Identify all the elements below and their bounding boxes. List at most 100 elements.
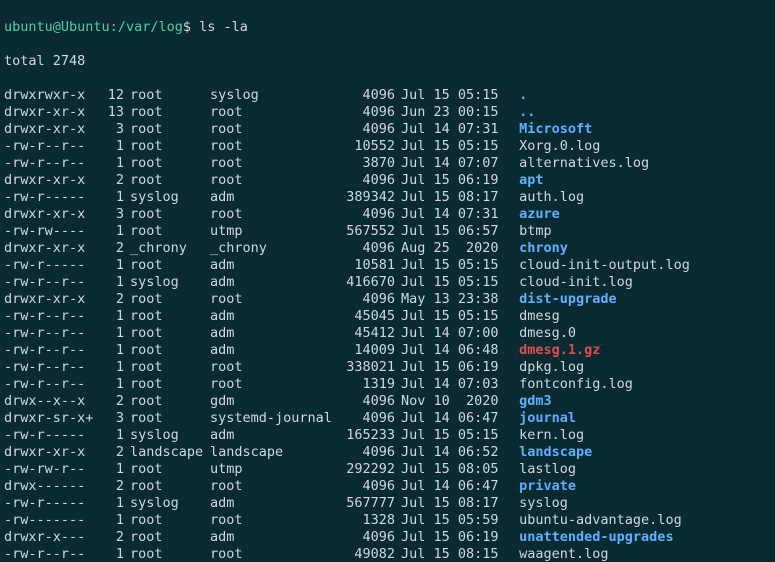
file-listing: drwxrwxr-x12rootsyslog4096Jul 15 05:15 .… (4, 87, 771, 562)
date: Jul 14 07:07 (395, 155, 511, 172)
prompt-user-host: ubuntu@Ubuntu (4, 19, 110, 35)
group: adm (210, 427, 340, 444)
owner: root (124, 223, 210, 240)
date: Aug 25 2020 (395, 240, 511, 257)
prompt-dollar: $ (183, 19, 199, 35)
group: utmp (210, 223, 340, 240)
group: root (210, 359, 340, 376)
filename: private (519, 478, 576, 494)
filename: lastlog (519, 461, 576, 477)
file-row: -rw-rw----1rootutmp567552Jul 15 06:57 bt… (4, 223, 771, 240)
owner: root (124, 325, 210, 342)
group: landscape (210, 444, 340, 461)
date: Jul 15 05:15 (395, 427, 511, 444)
perm: -rw-r----- (4, 189, 94, 206)
links: 1 (94, 376, 124, 393)
perm: -rw-r--r-- (4, 342, 94, 359)
file-row: -rw-r--r--1syslogadm416670Jul 15 05:15 c… (4, 274, 771, 291)
filename: fontconfig.log (519, 376, 633, 392)
size: 1319 (340, 376, 395, 393)
date: Jul 14 06:47 (395, 478, 511, 495)
links: 2 (94, 529, 124, 546)
size: 567552 (340, 223, 395, 240)
perm: drwx--x--x (4, 393, 94, 410)
owner: root (124, 512, 210, 529)
date: Jul 15 05:15 (395, 87, 511, 104)
date: Jul 15 05:15 (395, 257, 511, 274)
date: Jul 14 07:00 (395, 325, 511, 342)
file-row: drwxr-xr-x3rootroot4096Jul 14 07:31 Micr… (4, 121, 771, 138)
filename: syslog (519, 495, 568, 511)
filename: . (519, 87, 527, 103)
size: 10552 (340, 138, 395, 155)
date: Jul 15 05:59 (395, 512, 511, 529)
size: 4096 (340, 393, 395, 410)
prompt-sep: : (110, 19, 118, 35)
size: 14009 (340, 342, 395, 359)
group: systemd-journal (210, 410, 340, 427)
links: 13 (94, 104, 124, 121)
perm: drwxr-xr-x (4, 172, 94, 189)
perm: -rw-rw-r-- (4, 461, 94, 478)
owner: syslog (124, 427, 210, 444)
filename: dmesg.1.gz (519, 342, 600, 358)
date: Jul 15 08:15 (395, 546, 511, 562)
owner: root (124, 87, 210, 104)
size: 49082 (340, 546, 395, 562)
prompt-path: /var/log (118, 19, 183, 35)
date: Jul 14 07:31 (395, 121, 511, 138)
date: Jul 15 08:17 (395, 495, 511, 512)
date: Jul 15 08:17 (395, 189, 511, 206)
file-row: -rw-r--r--1rootroot1319Jul 14 07:03 font… (4, 376, 771, 393)
filename: alternatives.log (519, 155, 649, 171)
owner: syslog (124, 495, 210, 512)
links: 12 (94, 87, 124, 104)
date: Jul 15 06:19 (395, 172, 511, 189)
links: 1 (94, 223, 124, 240)
size: 45045 (340, 308, 395, 325)
file-row: drwxr-xr-x3rootroot4096Jul 14 07:31 azur… (4, 206, 771, 223)
perm: drwxrwxr-x (4, 87, 94, 104)
perm: drwxr-xr-x (4, 444, 94, 461)
size: 4096 (340, 444, 395, 461)
perm: drwxr-xr-x (4, 104, 94, 121)
file-row: -rw-r-----1syslogadm567777Jul 15 08:17 s… (4, 495, 771, 512)
owner: root (124, 376, 210, 393)
filename: btmp (519, 223, 552, 239)
perm: drwxr-xr-x (4, 291, 94, 308)
perm: drwxr-x--- (4, 529, 94, 546)
size: 4096 (340, 478, 395, 495)
perm: -rw-rw---- (4, 223, 94, 240)
size: 4096 (340, 291, 395, 308)
terminal-window[interactable]: ubuntu@Ubuntu:/var/log$ ls -la total 274… (0, 0, 775, 562)
perm: -rw-r----- (4, 257, 94, 274)
group: utmp (210, 461, 340, 478)
filename: cloud-init-output.log (519, 257, 690, 273)
date: Jul 15 05:15 (395, 274, 511, 291)
size: 567777 (340, 495, 395, 512)
date: Jun 23 00:15 (395, 104, 511, 121)
group: _chrony (210, 240, 340, 257)
filename: dpkg.log (519, 359, 584, 375)
file-row: drwxr-sr-x+3rootsystemd-journal4096Jul 1… (4, 410, 771, 427)
filename: chrony (519, 240, 568, 256)
filename: unattended-upgrades (519, 529, 673, 545)
date: Jul 14 07:31 (395, 206, 511, 223)
prompt-line: ubuntu@Ubuntu:/var/log$ ls -la (4, 19, 771, 36)
group: root (210, 155, 340, 172)
file-row: -rw-r-----1syslogadm165233Jul 15 05:15 k… (4, 427, 771, 444)
date: Jul 14 07:03 (395, 376, 511, 393)
links: 1 (94, 512, 124, 529)
perm: -rw-r--r-- (4, 138, 94, 155)
owner: root (124, 359, 210, 376)
size: 389342 (340, 189, 395, 206)
filename: cloud-init.log (519, 274, 633, 290)
owner: root (124, 257, 210, 274)
filename: azure (519, 206, 560, 222)
file-row: -rw-------1rootroot1328Jul 15 05:59 ubun… (4, 512, 771, 529)
file-row: -rw-r--r--1rootadm45412Jul 14 07:00 dmes… (4, 325, 771, 342)
group: root (210, 512, 340, 529)
filename: dmesg (519, 308, 560, 324)
date: Jul 15 06:57 (395, 223, 511, 240)
file-row: drwxr-xr-x2rootroot4096May 13 23:38 dist… (4, 291, 771, 308)
